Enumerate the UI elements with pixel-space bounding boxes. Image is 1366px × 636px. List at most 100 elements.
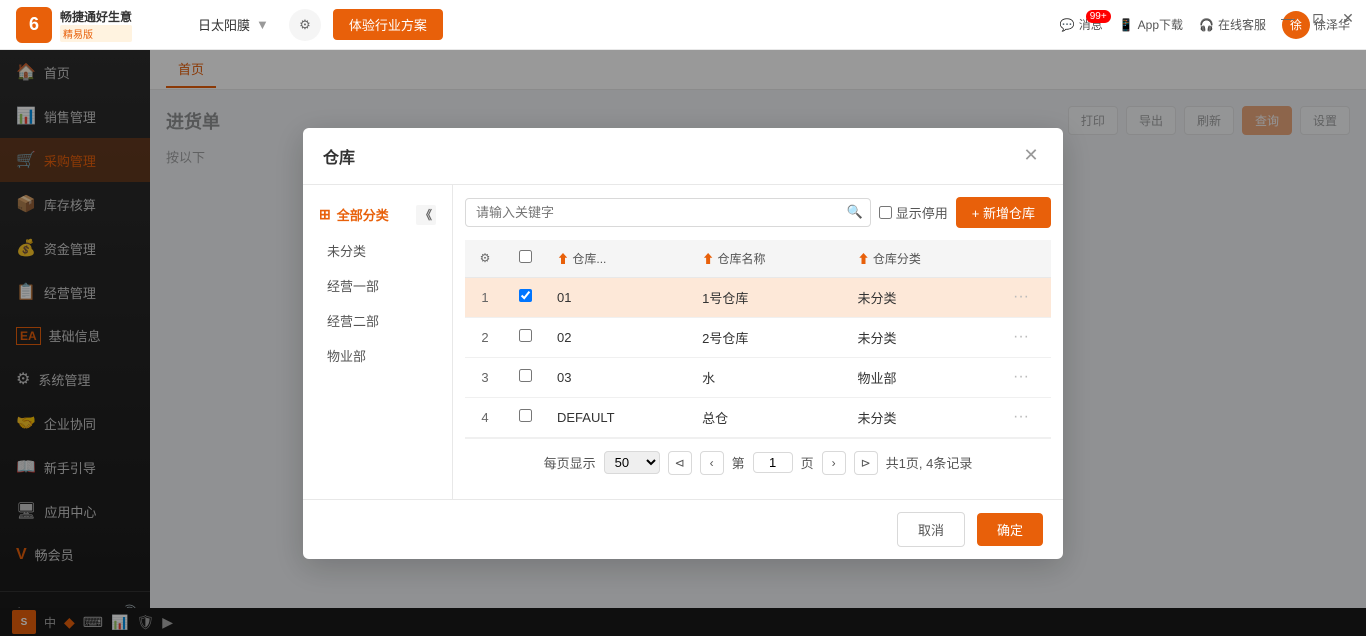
modal-category-unclassified[interactable]: 未分类 — [303, 233, 452, 268]
row-category: 物业部 — [846, 357, 1001, 397]
row-index: 2 — [465, 317, 505, 357]
row-name: 2号仓库 — [690, 317, 845, 357]
table-row[interactable]: 2 02 2号仓库 未分类 ··· — [465, 317, 1051, 357]
headset-icon: 🎧 — [1199, 18, 1214, 32]
row-checkbox-cell[interactable] — [505, 317, 545, 357]
sort-icon-name: ⬆ — [702, 252, 714, 266]
modal-right-content: 🔍 显示停用 + 新增仓库 ⚙ — [453, 185, 1063, 499]
select-all-checkbox[interactable] — [519, 250, 532, 263]
col-actions — [1001, 240, 1051, 278]
modal-sidebar: ⊞ 全部分类 《 未分类 经营一部 经营二部 物业部 — [303, 185, 453, 499]
modal-title: 仓库 — [323, 144, 355, 168]
actions-dots-icon[interactable]: ··· — [1013, 328, 1029, 345]
logo-text: 畅捷通好生意 精易版 — [60, 8, 132, 42]
row-code: 02 — [545, 317, 690, 357]
row-checkbox[interactable] — [519, 369, 532, 382]
warehouse-table: ⚙ ⬆ 仓库... ⬆ 仓库名称 — [465, 240, 1051, 438]
confirm-button[interactable]: 确定 — [977, 513, 1043, 546]
row-actions[interactable]: ··· — [1001, 277, 1051, 317]
sort-icon-cat: ⬆ — [858, 252, 870, 266]
modal-table: ⚙ ⬆ 仓库... ⬆ 仓库名称 — [465, 240, 1051, 438]
row-checkbox[interactable] — [519, 329, 532, 342]
last-page-button[interactable]: ⊳ — [854, 451, 878, 475]
top-header: 6 畅捷通好生意 精易版 日太阳膜 ▼ ⚙ 体验行业方案 💬 消息 99+ 📱 … — [0, 0, 1366, 50]
modal-close-button[interactable]: ✕ — [1019, 144, 1043, 168]
col-code: ⬆ 仓库... — [545, 240, 690, 278]
store-selector[interactable]: 日太阳膜 ▼ — [186, 11, 281, 38]
modal-body: ⊞ 全部分类 《 未分类 经营一部 经营二部 物业部 🔍 — [303, 185, 1063, 499]
row-checkbox[interactable] — [519, 289, 532, 302]
message-icon: 💬 — [1060, 18, 1075, 32]
show-disabled-label: 显示停用 — [879, 203, 948, 222]
row-code: 03 — [545, 357, 690, 397]
modal-overlay: 仓库 ✕ ⊞ 全部分类 《 未分类 经营一部 经营二部 物业部 — [0, 50, 1366, 636]
per-page-select-wrap: 10 20 50 100 — [604, 451, 660, 474]
row-index: 3 — [465, 357, 505, 397]
per-page-select[interactable]: 10 20 50 100 — [604, 451, 660, 474]
row-category: 未分类 — [846, 397, 1001, 437]
modal-category-ops2[interactable]: 经营二部 — [303, 303, 452, 338]
app-download-button[interactable]: 📱 App下载 — [1119, 16, 1183, 33]
warehouse-modal: 仓库 ✕ ⊞ 全部分类 《 未分类 经营一部 经营二部 物业部 — [303, 128, 1063, 559]
row-checkbox-cell[interactable] — [505, 397, 545, 437]
actions-dots-icon[interactable]: ··· — [1013, 408, 1029, 425]
col-category: ⬆ 仓库分类 — [846, 240, 1001, 278]
table-header: ⚙ ⬆ 仓库... ⬆ 仓库名称 — [465, 240, 1051, 278]
message-button[interactable]: 💬 消息 99+ — [1060, 16, 1103, 33]
row-checkbox-cell[interactable] — [505, 277, 545, 317]
modal-sidebar-header: ⊞ 全部分类 《 — [303, 197, 452, 233]
row-checkbox-cell[interactable] — [505, 357, 545, 397]
col-checkbox[interactable] — [505, 240, 545, 278]
actions-dots-icon[interactable]: ··· — [1013, 368, 1029, 385]
row-name: 1号仓库 — [690, 277, 845, 317]
page-number-input[interactable] — [753, 452, 793, 473]
row-category: 未分类 — [846, 277, 1001, 317]
row-checkbox[interactable] — [519, 409, 532, 422]
online-service-button[interactable]: 🎧 在线客服 — [1199, 16, 1266, 33]
show-disabled-checkbox[interactable] — [879, 206, 892, 219]
search-icon[interactable]: 🔍 — [847, 204, 863, 220]
first-page-button[interactable]: ⊲ — [668, 451, 692, 475]
prev-page-button[interactable]: ‹ — [700, 451, 724, 475]
row-actions[interactable]: ··· — [1001, 357, 1051, 397]
row-category: 未分类 — [846, 317, 1001, 357]
modal-toolbar: 🔍 显示停用 + 新增仓库 — [465, 197, 1051, 228]
modal-category-property[interactable]: 物业部 — [303, 338, 452, 373]
modal-header: 仓库 ✕ — [303, 128, 1063, 185]
row-index: 4 — [465, 397, 505, 437]
add-warehouse-button[interactable]: + 新增仓库 — [956, 197, 1051, 228]
row-actions[interactable]: ··· — [1001, 397, 1051, 437]
minimize-button[interactable]: — — [1274, 4, 1302, 32]
table-row[interactable]: 1 01 1号仓库 未分类 ··· — [465, 277, 1051, 317]
actions-dots-icon[interactable]: ··· — [1013, 288, 1029, 305]
search-wrap: 🔍 — [465, 198, 871, 227]
next-page-button[interactable]: › — [822, 451, 846, 475]
row-index: 1 — [465, 277, 505, 317]
logo-area: 6 畅捷通好生意 精易版 — [16, 7, 166, 43]
row-actions[interactable]: ··· — [1001, 317, 1051, 357]
dropdown-arrow-icon: ▼ — [256, 17, 269, 32]
window-controls: — ⊡ ✕ — [1270, 0, 1366, 36]
close-button[interactable]: ✕ — [1334, 4, 1362, 32]
logo-icon: 6 — [16, 7, 52, 43]
collapse-button[interactable]: 《 — [416, 205, 436, 225]
modal-footer: 取消 确定 — [303, 499, 1063, 559]
table-row[interactable]: 4 DEFAULT 总仓 未分类 ··· — [465, 397, 1051, 437]
row-name: 水 — [690, 357, 845, 397]
row-name: 总仓 — [690, 397, 845, 437]
sort-icon: ⬆ — [557, 252, 569, 266]
col-settings[interactable]: ⚙ — [465, 240, 505, 278]
row-code: DEFAULT — [545, 397, 690, 437]
phone-icon: 📱 — [1119, 18, 1134, 32]
maximize-button[interactable]: ⊡ — [1304, 4, 1332, 32]
modal-category-ops1[interactable]: 经营一部 — [303, 268, 452, 303]
grid-icon: ⊞ — [319, 206, 331, 223]
trial-button[interactable]: 体验行业方案 — [333, 9, 443, 40]
settings-icon[interactable]: ⚙ — [289, 9, 321, 41]
table-row[interactable]: 3 03 水 物业部 ··· — [465, 357, 1051, 397]
pagination: 每页显示 10 20 50 100 ⊲ ‹ 第 页 › — [465, 438, 1051, 487]
cancel-button[interactable]: 取消 — [897, 512, 965, 547]
col-name: ⬆ 仓库名称 — [690, 240, 845, 278]
row-code: 01 — [545, 277, 690, 317]
search-input[interactable] — [465, 198, 871, 227]
